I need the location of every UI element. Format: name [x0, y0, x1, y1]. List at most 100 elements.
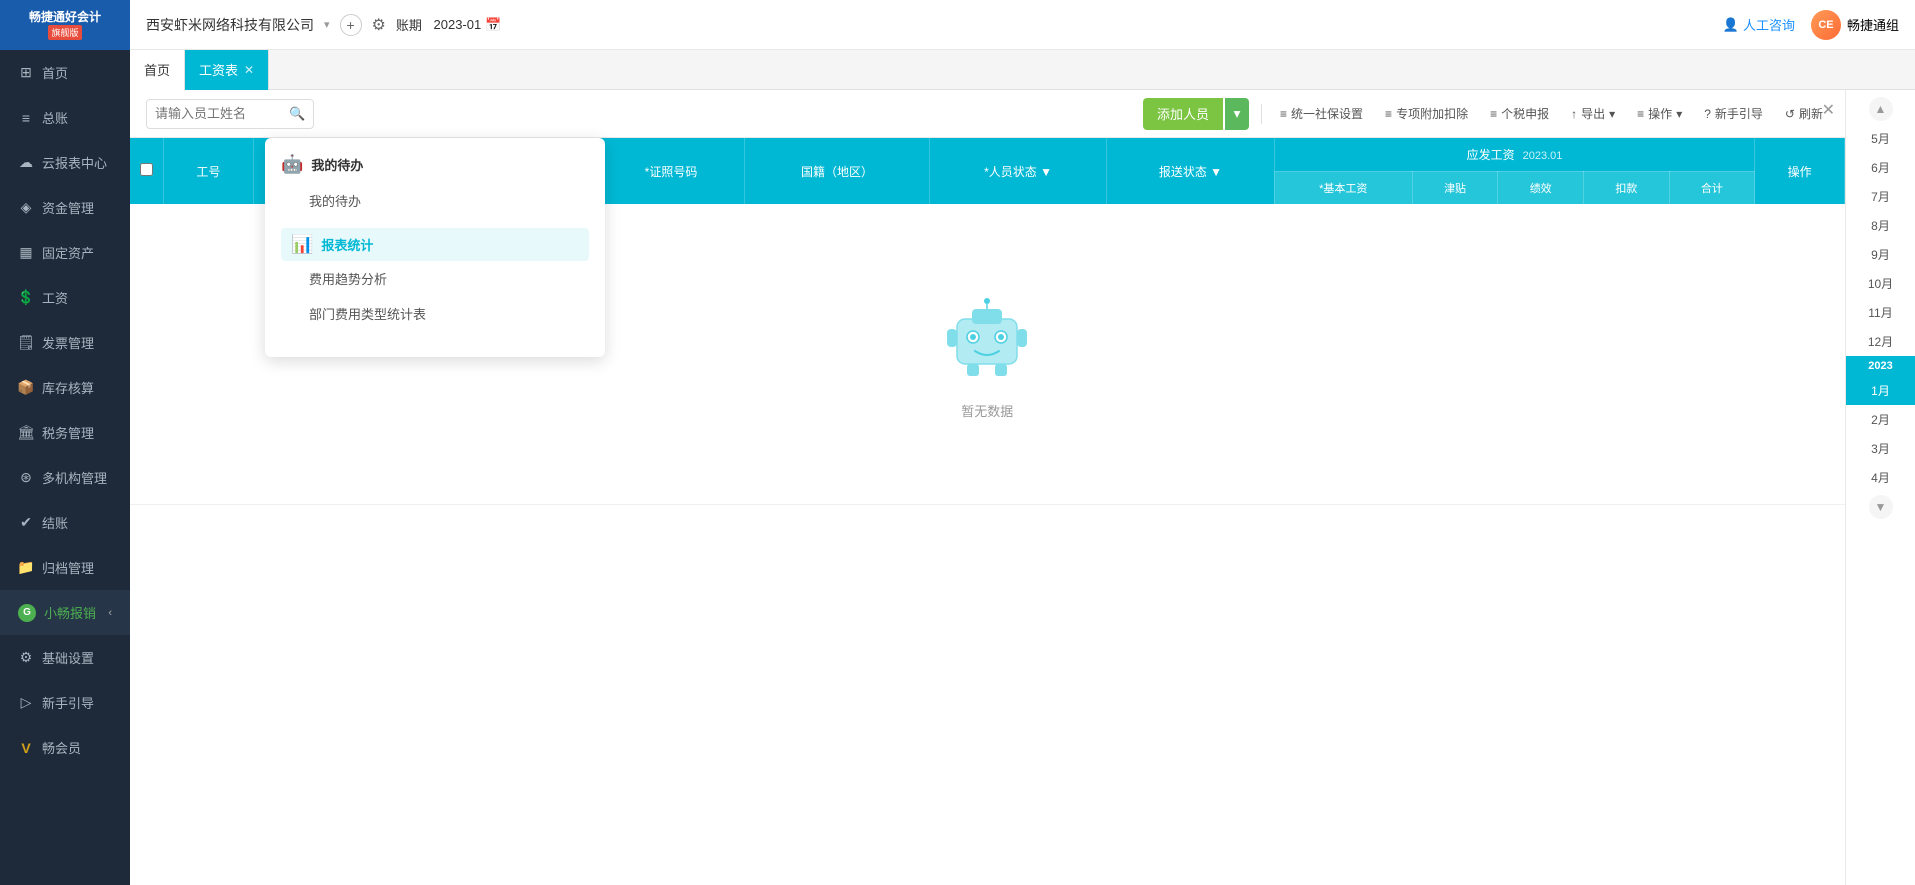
org-icon: ⊛ [18, 470, 34, 486]
month-9[interactable]: 9月 [1846, 240, 1915, 269]
popup-menu: 🤖 我的待办 我的待办 📊 报表统计 费用趋势分析 [265, 138, 605, 357]
sidebar-item-cloud-reports[interactable]: ☁ 云报表中心 [0, 140, 130, 185]
user-name: 畅捷通组 [1847, 15, 1899, 34]
sidebar-item-guide[interactable]: ▷ 新手引导 [0, 680, 130, 725]
sidebar-item-label: 归档管理 [42, 558, 94, 577]
service-icon: 👤 [1723, 17, 1739, 33]
report-icon: 📊 [291, 234, 313, 255]
sidebar-item-label: 资金管理 [42, 198, 94, 217]
sidebar-item-label: 基础设置 [42, 648, 94, 667]
empty-text: 暂无数据 [961, 401, 1013, 420]
sidebar-item-xiaochang[interactable]: G 小畅报销 ‹ [0, 590, 130, 635]
company-name: 西安虾米网络科技有限公司 [146, 15, 314, 35]
settings-icon[interactable]: ⚙ [372, 15, 386, 35]
sidebar-item-settings[interactable]: ⚙ 基础设置 [0, 635, 130, 680]
sidebar-item-label: 总账 [42, 108, 68, 127]
month-nav-down[interactable]: ▼ [1869, 495, 1893, 519]
operation-icon: ≡ [1637, 107, 1644, 121]
guide-toolbar-button[interactable]: ? 新手引导 [1698, 101, 1769, 126]
sidebar-item-label: 小畅报销 [44, 603, 96, 622]
popup-section-report: 📊 报表统计 费用趋势分析 部门费用类型统计表 [281, 228, 589, 331]
month-3[interactable]: 3月 [1846, 434, 1915, 463]
sidebar-item-funds[interactable]: ◈ 资金管理 [0, 185, 130, 230]
add-person-dropdown-button[interactable]: ▾ [1225, 98, 1249, 130]
sidebar-item-ledger[interactable]: ≡ 总账 [0, 95, 130, 140]
sidebar-item-home[interactable]: ⊞ 首页 [0, 50, 130, 95]
sidebar-item-label: 税务管理 [42, 423, 94, 442]
sidebar-item-label: 首页 [42, 63, 68, 82]
settings-icon: ⚙ [18, 650, 34, 666]
sidebar-item-inventory[interactable]: 📦 库存核算 [0, 365, 130, 410]
tab-salary-table[interactable]: 工资表 ✕ [185, 50, 269, 90]
tab-home[interactable]: 首页 [130, 50, 185, 90]
company-dropdown-icon[interactable]: ▾ [324, 18, 330, 31]
xiaochang-icon: G [18, 604, 36, 622]
month-8[interactable]: 8月 [1846, 211, 1915, 240]
month-10[interactable]: 10月 [1846, 269, 1915, 298]
sidebar-item-settlement[interactable]: ✔ 结账 [0, 500, 130, 545]
month-5[interactable]: 5月 [1846, 124, 1915, 153]
month-1-active[interactable]: 1月 [1846, 376, 1915, 405]
content-close-button[interactable]: ✕ [1822, 100, 1835, 120]
sidebar-item-multi-org[interactable]: ⊛ 多机构管理 [0, 455, 130, 500]
select-all-checkbox[interactable] [130, 138, 164, 204]
col-allowance: 津贴 [1412, 172, 1498, 205]
popup-item-my-pending[interactable]: 我的待办 [281, 183, 589, 218]
app-name: 畅捷通好会计 [29, 10, 101, 26]
sidebar-item-tax[interactable]: 🏛 税务管理 [0, 410, 130, 455]
sidebar-item-label: 工资 [42, 288, 68, 307]
export-button[interactable]: ↑ 导出 ▾ [1565, 101, 1621, 126]
month-7[interactable]: 7月 [1846, 182, 1915, 211]
sidebar-item-member[interactable]: V 畅会员 [0, 725, 130, 770]
sidebar-item-label: 发票管理 [42, 333, 94, 352]
popup-item-dept-expense[interactable]: 部门费用类型统计表 [281, 296, 589, 331]
sidebar-item-invoice[interactable]: 🗒 发票管理 [0, 320, 130, 365]
sidebar-item-label: 固定资产 [42, 243, 94, 262]
special-deduction-button[interactable]: ≡ 专项附加扣除 [1379, 101, 1474, 126]
user-menu[interactable]: CE 畅捷通组 [1811, 10, 1899, 40]
inventory-icon: 📦 [18, 380, 34, 396]
popup-item-expense-trend[interactable]: 费用趋势分析 [281, 261, 589, 296]
tax-report-button[interactable]: ≡ 个税申报 [1484, 101, 1555, 126]
month-4[interactable]: 4月 [1846, 463, 1915, 492]
sidebar: 畅捷通好会计 旗舰版 ⊞ 首页 ≡ 总账 ☁ 云报表中心 ◈ 资金管理 ▦ 固定… [0, 0, 130, 885]
operation-button[interactable]: ≡ 操作 ▾ [1631, 101, 1688, 126]
operation-dropdown-icon: ▾ [1676, 107, 1682, 121]
salary-icon: 💲 [18, 290, 34, 306]
home-icon: ⊞ [18, 65, 34, 81]
sidebar-item-fixed-assets[interactable]: ▦ 固定资产 [0, 230, 130, 275]
empty-icon [937, 289, 1037, 389]
search-input[interactable] [155, 106, 285, 121]
social-insurance-button[interactable]: ≡ 统一社保设置 [1274, 101, 1369, 126]
sidebar-item-label: 结账 [42, 513, 68, 532]
sidebar-item-label: 畅会员 [42, 738, 81, 757]
tab-close-icon[interactable]: ✕ [244, 63, 254, 77]
sidebar-item-archive[interactable]: 📁 归档管理 [0, 545, 130, 590]
month-12[interactable]: 12月 [1846, 327, 1915, 356]
toolbar-separator [1261, 104, 1262, 124]
add-person-button[interactable]: 添加人员 [1143, 98, 1223, 130]
header-right: 👤 人工咨询 CE 畅捷通组 [1723, 10, 1899, 40]
month-nav-up[interactable]: ▲ [1869, 97, 1893, 121]
export-icon: ↑ [1571, 107, 1577, 121]
assets-icon: ▦ [18, 245, 34, 261]
sidebar-item-label: 库存核算 [42, 378, 94, 397]
service-button[interactable]: 👤 人工咨询 [1723, 15, 1795, 34]
tax-icon: 🏛 [18, 425, 34, 441]
month-6[interactable]: 6月 [1846, 153, 1915, 182]
special-deduction-icon: ≡ [1385, 107, 1392, 121]
top-header: 西安虾米网络科技有限公司 ▾ + ⚙ 账期 2023-01 📅 👤 人工咨询 C… [130, 0, 1915, 50]
social-insurance-icon: ≡ [1280, 107, 1287, 121]
sidebar-item-label: 云报表中心 [42, 153, 107, 172]
col-operation: 操作 [1755, 138, 1845, 204]
archive-icon: 📁 [18, 560, 34, 576]
toolbar: 🔍 添加人员 ▾ ≡ 统一社保设置 ≡ [130, 90, 1845, 138]
funds-icon: ◈ [18, 200, 34, 216]
sidebar-item-salary[interactable]: 💲 工资 [0, 275, 130, 320]
month-2[interactable]: 2月 [1846, 405, 1915, 434]
col-performance: 绩效 [1498, 172, 1584, 205]
sidebar-item-label: 新手引导 [42, 693, 94, 712]
month-11[interactable]: 11月 [1846, 298, 1915, 327]
add-company-button[interactable]: + [340, 14, 362, 36]
search-icon: 🔍 [289, 106, 305, 122]
